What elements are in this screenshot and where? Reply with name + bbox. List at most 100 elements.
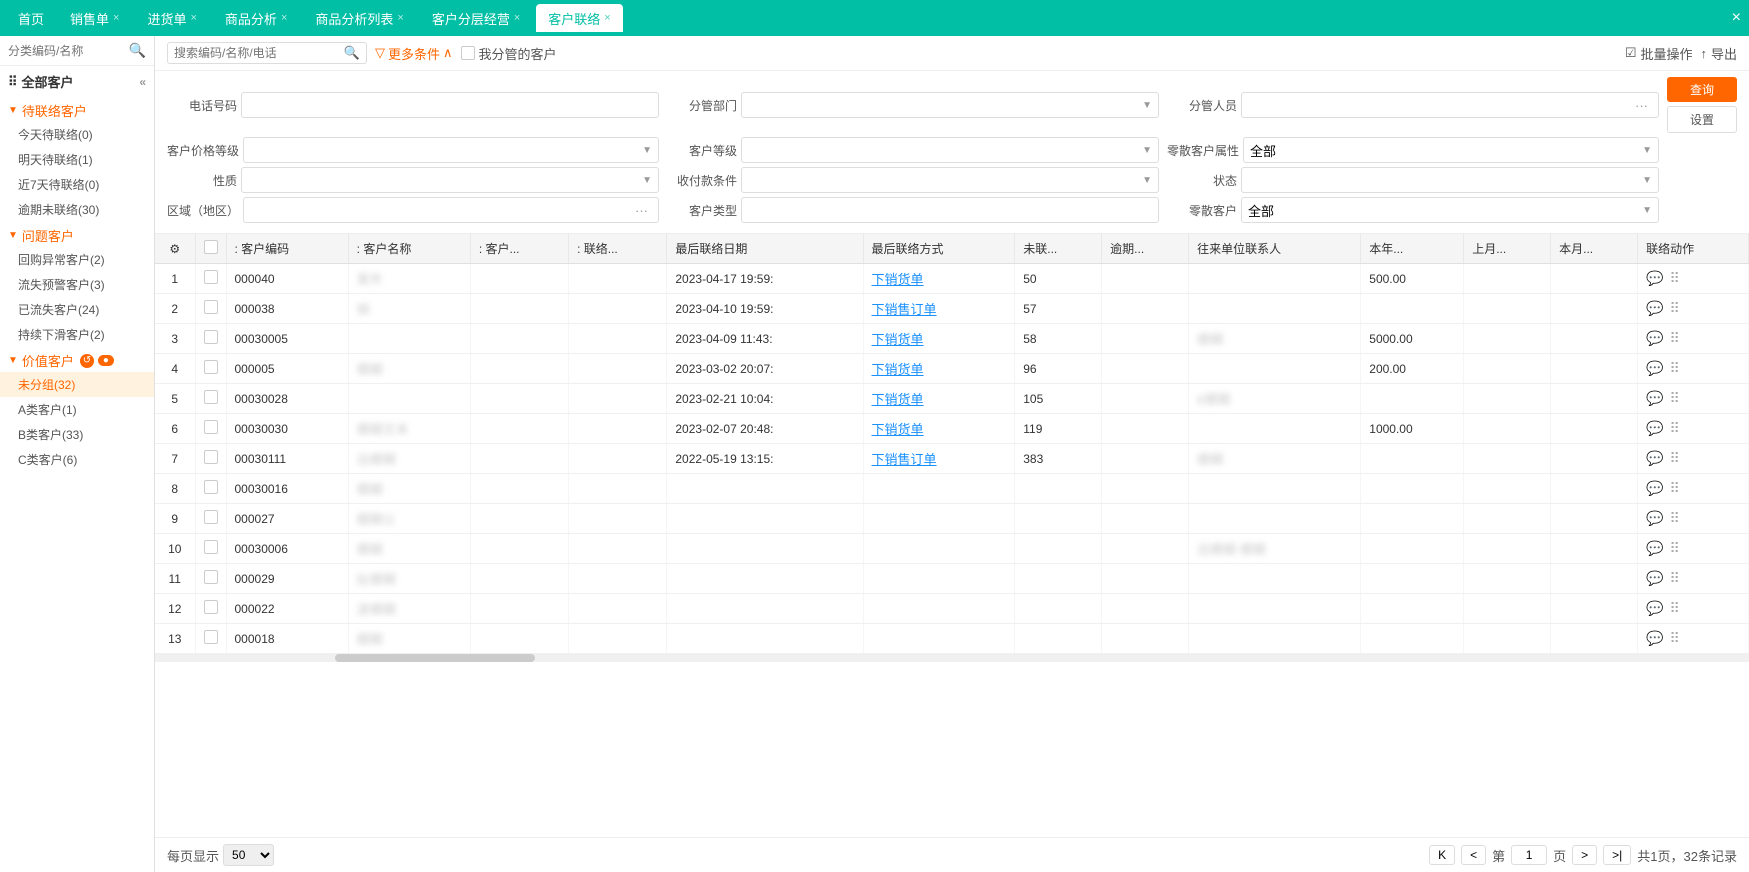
sidebar-item-churned[interactable]: 已流失客户(24) [0, 297, 154, 322]
sidebar-item-ungroup[interactable]: 未分组(32) [0, 372, 154, 397]
home-tab[interactable]: 首页 [8, 9, 54, 28]
col-checkbox[interactable] [195, 234, 226, 264]
sidebar-item-overdue[interactable]: 逾期未联络(30) [0, 197, 154, 222]
close-tab-sales[interactable]: × [113, 12, 119, 24]
grid-action-icon[interactable]: ⠿ [1670, 450, 1680, 467]
chat-icon[interactable]: 💬 [1646, 630, 1663, 647]
collapse-icon[interactable]: « [139, 75, 146, 89]
all-customers-header[interactable]: ⠿ 全部客户 « [0, 66, 154, 97]
value-group-label[interactable]: ▼ 价值客户 ↺ ● [0, 347, 154, 372]
price-level-select[interactable]: ▼ [243, 137, 659, 163]
close-tab-analysis[interactable]: × [281, 12, 287, 24]
grid-action-icon[interactable]: ⠿ [1670, 390, 1680, 407]
col-setting[interactable]: ⚙ [155, 234, 195, 264]
sidebar-item-today[interactable]: 今天待联络(0) [0, 122, 154, 147]
grid-action-icon[interactable]: ⠿ [1670, 540, 1680, 557]
sidebar-item-declining[interactable]: 持续下滑客户(2) [0, 322, 154, 347]
cell-checkbox[interactable] [195, 534, 226, 564]
horizontal-scrollbar-track[interactable] [155, 654, 1749, 662]
chat-icon[interactable]: 💬 [1646, 480, 1663, 497]
cell-checkbox[interactable] [195, 414, 226, 444]
person-dots[interactable]: ··· [1631, 98, 1652, 113]
region-select[interactable]: ··· [243, 197, 659, 223]
grid-action-icon[interactable]: ⠿ [1670, 480, 1680, 497]
tab-product-analysis[interactable]: 商品分析 × [213, 4, 299, 32]
pending-group-label[interactable]: ▼ 待联络客户 [0, 97, 154, 122]
tab-customer-tier[interactable]: 客户分层经营 × [420, 4, 532, 32]
grid-action-icon[interactable]: ⠿ [1670, 600, 1680, 617]
chat-icon[interactable]: 💬 [1646, 390, 1663, 407]
close-tab-purchase[interactable]: × [190, 12, 196, 24]
tab-sales-order[interactable]: 销售单 × [58, 4, 131, 32]
status-select[interactable]: ▼ [1241, 167, 1659, 193]
sidebar-item-b-class[interactable]: B类客户(33) [0, 422, 154, 447]
first-page-btn[interactable]: K [1429, 845, 1455, 865]
cust-level-select[interactable]: ▼ [741, 137, 1159, 163]
close-window-icon[interactable]: × [1732, 9, 1741, 27]
chat-icon[interactable]: 💬 [1646, 360, 1663, 377]
person-select[interactable]: ··· [1241, 92, 1659, 118]
grid-action-icon[interactable]: ⠿ [1670, 330, 1680, 347]
cell-checkbox[interactable] [195, 384, 226, 414]
tab-customer-contact[interactable]: 客户联络 × [536, 4, 622, 32]
cell-checkbox[interactable] [195, 624, 226, 654]
cell-checkbox[interactable] [195, 444, 226, 474]
chat-icon[interactable]: 💬 [1646, 270, 1663, 287]
cell-checkbox[interactable] [195, 564, 226, 594]
grid-action-icon[interactable]: ⠿ [1670, 300, 1680, 317]
cell-checkbox[interactable] [195, 324, 226, 354]
chat-icon[interactable]: 💬 [1646, 600, 1663, 617]
last-page-btn[interactable]: >| [1603, 845, 1631, 865]
prev-page-btn[interactable]: < [1461, 845, 1486, 865]
sidebar-search-box[interactable]: 🔍 [0, 36, 154, 66]
chat-icon[interactable]: 💬 [1646, 330, 1663, 347]
sidebar-item-abnormal[interactable]: 回购异常客户(2) [0, 247, 154, 272]
cell-checkbox[interactable] [195, 504, 226, 534]
more-conditions-btn[interactable]: ▽ 更多条件 ∧ [375, 44, 453, 63]
grid-action-icon[interactable]: ⠿ [1670, 630, 1680, 647]
sidebar-item-a-class[interactable]: A类客户(1) [0, 397, 154, 422]
next-page-btn[interactable]: > [1572, 845, 1597, 865]
chat-icon[interactable]: 💬 [1646, 300, 1663, 317]
grid-action-icon[interactable]: ⠿ [1670, 360, 1680, 377]
cell-checkbox[interactable] [195, 594, 226, 624]
chat-icon[interactable]: 💬 [1646, 570, 1663, 587]
nature-select[interactable]: ▼ [241, 167, 659, 193]
tab-product-list[interactable]: 商品分析列表 × [303, 4, 415, 32]
region-dots[interactable]: ··· [631, 203, 652, 218]
per-page-select[interactable]: 50 100 200 [223, 844, 274, 866]
filter-search-input[interactable] [174, 46, 340, 60]
close-tab-tier[interactable]: × [514, 12, 520, 24]
reset-button[interactable]: 设置 [1667, 106, 1737, 133]
retail-cust-select[interactable]: 全部 ▼ [1241, 197, 1659, 223]
batch-operation-btn[interactable]: ☑ 批量操作 [1625, 44, 1693, 63]
payment-select[interactable]: ▼ [741, 167, 1159, 193]
chat-icon[interactable]: 💬 [1646, 540, 1663, 557]
cell-checkbox[interactable] [195, 474, 226, 504]
sidebar-item-7days[interactable]: 近7天待联络(0) [0, 172, 154, 197]
cell-checkbox[interactable] [195, 294, 226, 324]
chat-icon[interactable]: 💬 [1646, 450, 1663, 467]
query-button[interactable]: 查询 [1667, 77, 1737, 102]
cell-checkbox[interactable] [195, 264, 226, 294]
close-tab-contact[interactable]: × [604, 12, 610, 24]
close-tab-product-list[interactable]: × [397, 12, 403, 24]
grid-action-icon[interactable]: ⠿ [1670, 420, 1680, 437]
page-input[interactable] [1511, 845, 1547, 865]
horizontal-scrollbar-thumb[interactable] [335, 654, 535, 662]
problem-group-label[interactable]: ▼ 问题客户 [0, 222, 154, 247]
dept-select[interactable]: ▼ [741, 92, 1159, 118]
filter-search-box[interactable]: 🔍 [167, 42, 367, 64]
cust-type-select[interactable] [741, 197, 1159, 223]
chat-icon[interactable]: 💬 [1646, 420, 1663, 437]
tab-purchase[interactable]: 进货单 × [135, 4, 208, 32]
sidebar-item-tomorrow[interactable]: 明天待联络(1) [0, 147, 154, 172]
retail-attr-select[interactable]: 全部 ▼ [1243, 137, 1659, 163]
grid-action-icon[interactable]: ⠿ [1670, 270, 1680, 287]
export-btn[interactable]: ↑ 导出 [1700, 44, 1737, 63]
sidebar-search-input[interactable] [8, 44, 125, 58]
sidebar-item-c-class[interactable]: C类客户(6) [0, 447, 154, 472]
grid-action-icon[interactable]: ⠿ [1670, 510, 1680, 527]
cell-checkbox[interactable] [195, 354, 226, 384]
sidebar-item-churn-warn[interactable]: 流失预警客户(3) [0, 272, 154, 297]
